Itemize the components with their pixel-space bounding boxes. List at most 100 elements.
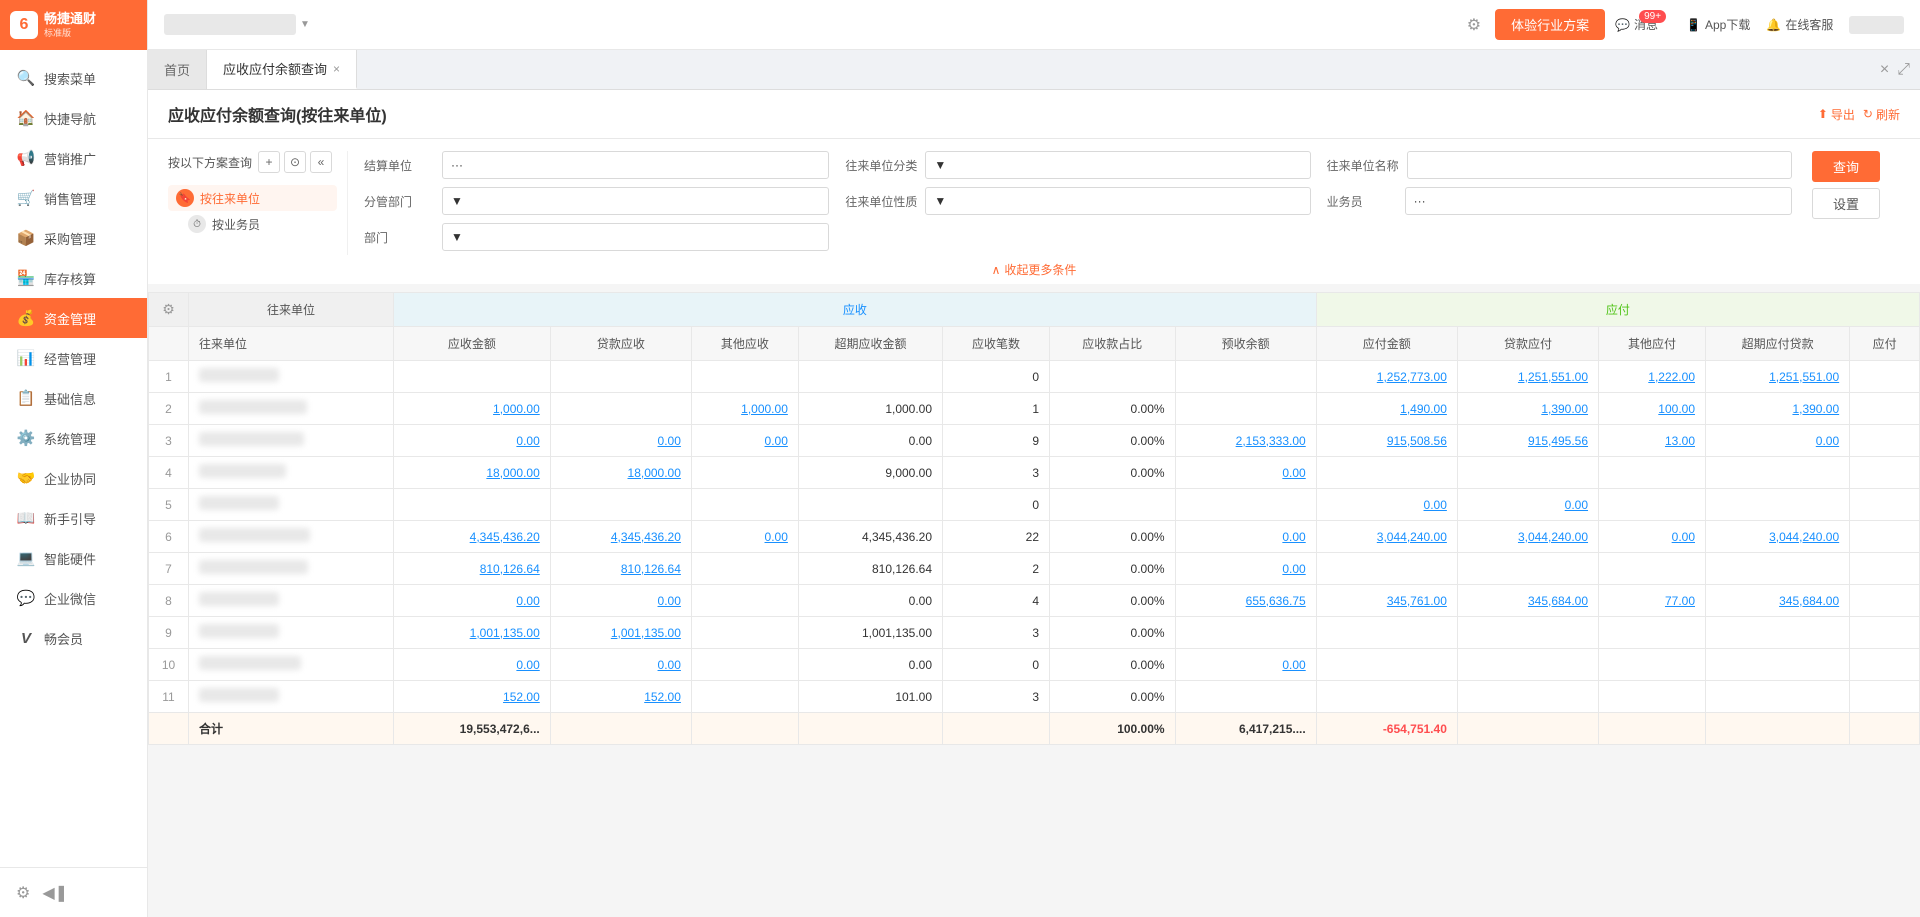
salesperson-label: 业务员 (1327, 193, 1397, 210)
filter-collapse-bar[interactable]: ∧ 收起更多条件 (168, 255, 1900, 284)
filter-left-panel: 按以下方案查询 + ⊙ « 🔖 按往来单位 ⏱ 按业务员 (168, 151, 348, 255)
row-num: 1 (149, 361, 189, 393)
th-ar-ratio: 应收款占比 (1050, 327, 1176, 361)
table-row: 11152.00152.00101.0030.00% (149, 681, 1920, 713)
th-num (149, 327, 189, 361)
table-wrapper: ⚙ 往来单位 应收 应付 往来单位 (148, 292, 1920, 745)
row-num: 7 (149, 553, 189, 585)
total-cell (1457, 713, 1598, 745)
sidebar-item-system[interactable]: ⚙️ 系统管理 (0, 418, 147, 458)
user-menu[interactable]: Rit (1849, 16, 1904, 34)
salesperson-input[interactable]: ··· (1405, 187, 1792, 215)
settlement-input[interactable]: ··· (442, 151, 829, 179)
solution-btn[interactable]: 体验行业方案 (1495, 9, 1605, 40)
filter-add-btn[interactable]: + (258, 151, 280, 173)
settings-bottom-icon[interactable]: ⚙ (16, 883, 30, 903)
breadcrumb: 某某某某某某 ▼ (164, 14, 1453, 35)
table-row: 64,345,436.204,345,436.200.004,345,436.2… (149, 521, 1920, 553)
filter-settings-btn[interactable]: ⊙ (284, 151, 306, 173)
megaphone-icon: 📢 (16, 148, 36, 168)
nature-input[interactable]: ▼ (925, 187, 1310, 215)
filter-right-panel: 结算单位 ··· 往来单位分类 ▼ 往来单位名称 (348, 151, 1792, 255)
laptop-icon: 💻 (16, 548, 36, 568)
breadcrumb-text: 某某某某某某 (164, 14, 296, 35)
tab-home[interactable]: 首页 (148, 50, 207, 89)
sidebar-item-collab[interactable]: 🤝 企业协同 (0, 458, 147, 498)
th-ap-group: 应付 (1316, 293, 1919, 327)
sidebar-item-label: 快捷导航 (44, 109, 96, 128)
sidebar-item-guide[interactable]: 📖 新手引导 (0, 498, 147, 538)
total-cell: -654,751.40 (1316, 713, 1457, 745)
app-download-btn[interactable]: 📱 App下载 (1686, 16, 1750, 33)
unitname-label: 往来单位名称 (1327, 157, 1399, 174)
nature-label: 往来单位性质 (845, 193, 917, 210)
refresh-btn[interactable]: ↻ 刷新 (1863, 106, 1900, 123)
sidebar-item-member[interactable]: V 畅会员 (0, 618, 147, 658)
sidebar-item-wechat[interactable]: 💬 企业微信 (0, 578, 147, 618)
th-advance: 预收余额 (1175, 327, 1316, 361)
sidebar-item-basic[interactable]: 📋 基础信息 (0, 378, 147, 418)
cart-icon: 🛒 (16, 188, 36, 208)
tabbar-actions: × ⤢ (1870, 50, 1920, 89)
unit-cell (189, 681, 394, 713)
unit-cell (189, 585, 394, 617)
page-title: 应收应付余额查询(按往来单位) (168, 102, 387, 126)
th-settings-cell[interactable]: ⚙ (149, 293, 189, 327)
table-settings-icon[interactable]: ⚙ (162, 301, 175, 317)
sidebar-item-sales[interactable]: 🛒 销售管理 (0, 178, 147, 218)
filter-option-staff[interactable]: ⏱ 按业务员 (168, 211, 337, 237)
tab-close-icon[interactable]: × (333, 62, 340, 76)
filter-collapse-btn[interactable]: « (310, 151, 332, 173)
dept-input[interactable]: ▼ (442, 187, 829, 215)
sidebar-item-label: 采购管理 (44, 229, 96, 248)
online-service-btn[interactable]: 🔔 在线客服 (1766, 16, 1833, 33)
th-ar-other: 其他应收 (691, 327, 798, 361)
sidebar-item-marketing[interactable]: 📢 营销推广 (0, 138, 147, 178)
unit-cell (189, 489, 394, 521)
sidebar-item-quick[interactable]: 🏠 快捷导航 (0, 98, 147, 138)
tab-maximize-action[interactable]: ⤢ (1897, 61, 1910, 79)
topbar-gear-icon[interactable]: ⚙ (1463, 11, 1485, 39)
clipboard-icon: 📋 (16, 388, 36, 408)
filter-section: 按以下方案查询 + ⊙ « 🔖 按往来单位 ⏱ 按业务员 (148, 139, 1920, 284)
row-num: 10 (149, 649, 189, 681)
row-num: 9 (149, 617, 189, 649)
unitname-input[interactable] (1407, 151, 1792, 179)
export-btn[interactable]: ⬆ 导出 (1818, 106, 1855, 123)
refresh-label: 刷新 (1876, 106, 1900, 123)
sidebar-logo: 6 畅捷通财 标准版 (0, 0, 147, 50)
logo-subtitle: 标准版 (44, 26, 96, 39)
logo-icon: 6 (10, 11, 38, 39)
th-ap-extra: 应付 (1850, 327, 1920, 361)
sidebar-item-search[interactable]: 🔍 搜索菜单 (0, 58, 147, 98)
tab-query[interactable]: 应收应付余额查询 × (207, 50, 357, 89)
category-input[interactable]: ▼ (925, 151, 1310, 179)
th-ap-other: 其他应付 (1599, 327, 1706, 361)
total-cell: 6,417,215.... (1175, 713, 1316, 745)
collapse-label: 收起更多条件 (1004, 261, 1076, 278)
total-cell (550, 713, 691, 745)
query-btn[interactable]: 查询 (1812, 151, 1880, 182)
sidebar-bottom: ⚙ ◀❚ (0, 867, 147, 917)
query-btn-group: 查询 设置 (1792, 151, 1900, 255)
logo-text-group: 畅捷通财 标准版 (44, 11, 96, 40)
dept-arrow: ▼ (451, 194, 463, 208)
notifications-btn[interactable]: 💬 消息 99+ (1615, 16, 1658, 33)
search-icon: 🔍 (16, 68, 36, 88)
sidebar-item-finance[interactable]: 💰 资金管理 (0, 298, 147, 338)
filter-field-category: 往来单位分类 ▼ (845, 151, 1310, 179)
settings-btn[interactable]: 设置 (1812, 188, 1880, 219)
sidebar-item-inventory[interactable]: 🏪 库存核算 (0, 258, 147, 298)
tab-close-action[interactable]: × (1880, 61, 1889, 79)
sidebar-item-purchase[interactable]: 📦 采购管理 (0, 218, 147, 258)
filter-option-unit[interactable]: 🔖 按往来单位 (168, 185, 337, 211)
sidebar-item-hardware[interactable]: 💻 智能硬件 (0, 538, 147, 578)
collapse-icon[interactable]: ◀❚ (42, 883, 68, 903)
department-arrow: ▼ (451, 230, 463, 244)
sidebar-item-operations[interactable]: 📊 经营管理 (0, 338, 147, 378)
department-input[interactable]: ▼ (442, 223, 829, 251)
online-service-label: 在线客服 (1785, 16, 1833, 33)
th-ap-amount: 应付金额 (1316, 327, 1457, 361)
tab-query-label: 应收应付余额查询 (223, 59, 327, 78)
sidebar-item-label: 资金管理 (44, 309, 96, 328)
